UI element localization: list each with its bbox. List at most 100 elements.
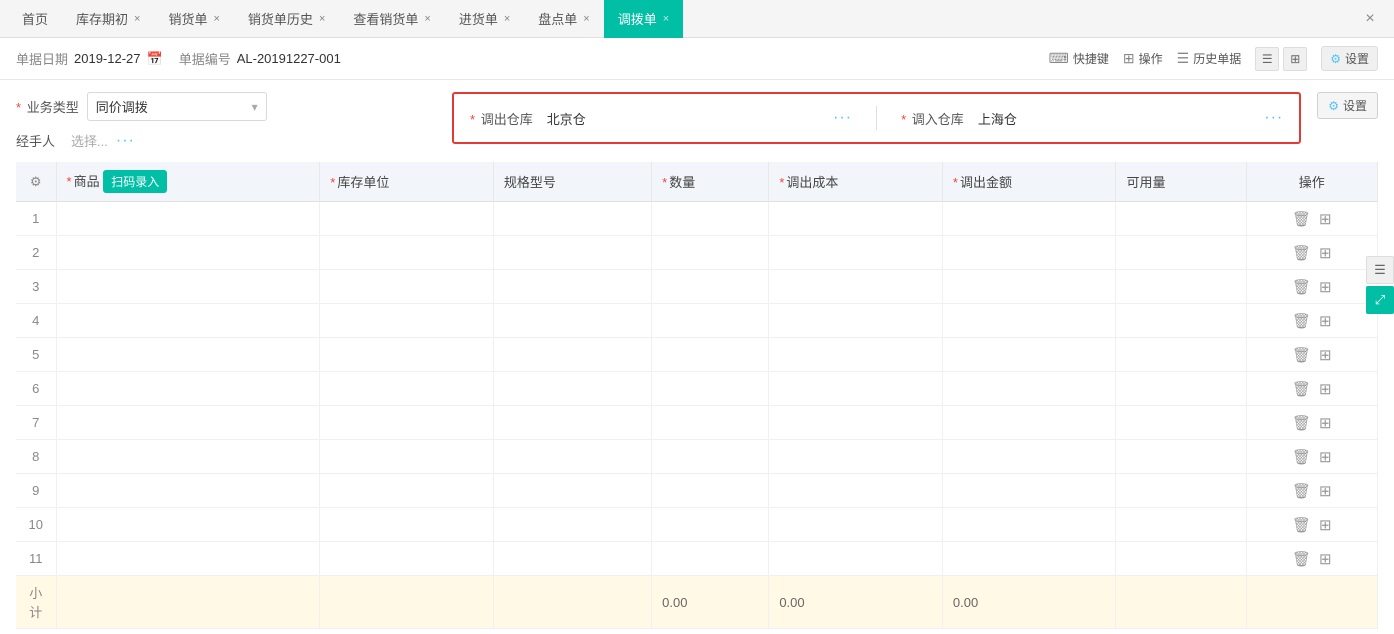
row-amount-4[interactable] [942,304,1116,338]
row-product-4[interactable] [56,304,320,338]
row-product-5[interactable] [56,338,320,372]
tab-inventory-init[interactable]: 库存期初 × [62,0,154,38]
row-amount-6[interactable] [942,372,1116,406]
tab-purchase-order[interactable]: 进货单 × [445,0,524,38]
copy-icon-7[interactable]: ⊞ [1319,414,1332,432]
row-available-5[interactable] [1116,338,1246,372]
row-available-9[interactable] [1116,474,1246,508]
delete-icon-6[interactable]: 🗑 [1292,380,1311,398]
row-product-9[interactable] [56,474,320,508]
tab-close-transfer-order[interactable]: × [663,13,669,25]
delete-icon-10[interactable]: 🗑 [1292,516,1311,534]
tab-inventory-check[interactable]: 盘点单 × [524,0,603,38]
history-btn[interactable]: ☰ 历史单据 [1177,50,1242,67]
row-spec-6[interactable] [493,372,651,406]
row-spec-11[interactable] [493,542,651,576]
row-unit-10[interactable] [320,508,494,542]
row-cost-9[interactable] [769,474,943,508]
row-product-2[interactable] [56,236,320,270]
row-unit-5[interactable] [320,338,494,372]
row-available-10[interactable] [1116,508,1246,542]
shortcut-btn[interactable]: ⌨ 快捷键 [1049,50,1109,67]
tab-bar-close-button[interactable]: × [1354,3,1386,35]
row-spec-4[interactable] [493,304,651,338]
row-qty-9[interactable] [652,474,769,508]
row-spec-3[interactable] [493,270,651,304]
row-amount-10[interactable] [942,508,1116,542]
row-product-10[interactable] [56,508,320,542]
row-product-8[interactable] [56,440,320,474]
row-qty-8[interactable] [652,440,769,474]
row-unit-3[interactable] [320,270,494,304]
tab-close-inventory-check[interactable]: × [583,13,589,25]
copy-icon-11[interactable]: ⊞ [1319,550,1332,568]
row-cost-8[interactable] [769,440,943,474]
operator-more-btn[interactable]: ··· [116,132,135,150]
copy-icon-9[interactable]: ⊞ [1319,482,1332,500]
tab-sales-history[interactable]: 销货单历史 × [234,0,339,38]
row-cost-4[interactable] [769,304,943,338]
operation-btn[interactable]: ⊞ 操作 [1123,50,1163,67]
tab-view-sales[interactable]: 查看销货单 × [339,0,444,38]
copy-icon-10[interactable]: ⊞ [1319,516,1332,534]
row-qty-11[interactable] [652,542,769,576]
tab-transfer-order[interactable]: 调拨单 × [604,0,683,38]
row-spec-8[interactable] [493,440,651,474]
row-qty-4[interactable] [652,304,769,338]
settings-button[interactable]: ⚙ 设置 [1321,46,1378,71]
tab-close-purchase-order[interactable]: × [504,13,510,25]
tab-sales-order[interactable]: 销货单 × [154,0,233,38]
row-available-2[interactable] [1116,236,1246,270]
calendar-icon[interactable]: 📅 [147,51,163,67]
row-available-3[interactable] [1116,270,1246,304]
row-product-1[interactable] [56,202,320,236]
row-spec-2[interactable] [493,236,651,270]
copy-icon-3[interactable]: ⊞ [1319,278,1332,296]
row-spec-9[interactable] [493,474,651,508]
warehouse-out-more-btn[interactable]: ··· [833,109,852,127]
row-amount-9[interactable] [942,474,1116,508]
row-available-11[interactable] [1116,542,1246,576]
row-product-7[interactable] [56,406,320,440]
row-product-3[interactable] [56,270,320,304]
row-amount-5[interactable] [942,338,1116,372]
row-qty-2[interactable] [652,236,769,270]
copy-icon-2[interactable]: ⊞ [1319,244,1332,262]
row-cost-11[interactable] [769,542,943,576]
row-amount-11[interactable] [942,542,1116,576]
row-amount-1[interactable] [942,202,1116,236]
copy-icon-5[interactable]: ⊞ [1319,346,1332,364]
row-product-11[interactable] [56,542,320,576]
row-unit-9[interactable] [320,474,494,508]
form-settings-btn[interactable]: ⚙ 设置 [1317,92,1378,119]
row-qty-7[interactable] [652,406,769,440]
row-unit-11[interactable] [320,542,494,576]
warehouse-in-more-btn[interactable]: ··· [1264,109,1283,127]
tab-close-sales-history[interactable]: × [319,13,325,25]
tab-home[interactable]: 首页 [8,0,62,38]
delete-icon-2[interactable]: 🗑 [1292,244,1311,262]
row-available-6[interactable] [1116,372,1246,406]
delete-icon-5[interactable]: 🗑 [1292,346,1311,364]
row-qty-1[interactable] [652,202,769,236]
row-unit-8[interactable] [320,440,494,474]
row-cost-2[interactable] [769,236,943,270]
copy-icon-4[interactable]: ⊞ [1319,312,1332,330]
row-qty-5[interactable] [652,338,769,372]
side-expand-icon[interactable]: ⤢ [1366,286,1394,314]
row-cost-5[interactable] [769,338,943,372]
row-available-4[interactable] [1116,304,1246,338]
business-type-select[interactable]: 同价调拨 ▾ [87,92,267,121]
row-qty-10[interactable] [652,508,769,542]
view-list-icon[interactable]: ☰ [1255,47,1279,71]
row-spec-5[interactable] [493,338,651,372]
copy-icon-1[interactable]: ⊞ [1319,210,1332,228]
scan-entry-button[interactable]: 扫码录入 [103,170,167,193]
delete-icon-3[interactable]: 🗑 [1292,278,1311,296]
row-unit-1[interactable] [320,202,494,236]
row-qty-6[interactable] [652,372,769,406]
copy-icon-6[interactable]: ⊞ [1319,380,1332,398]
tab-close-inventory-init[interactable]: × [134,13,140,25]
copy-icon-8[interactable]: ⊞ [1319,448,1332,466]
delete-icon-8[interactable]: 🗑 [1292,448,1311,466]
